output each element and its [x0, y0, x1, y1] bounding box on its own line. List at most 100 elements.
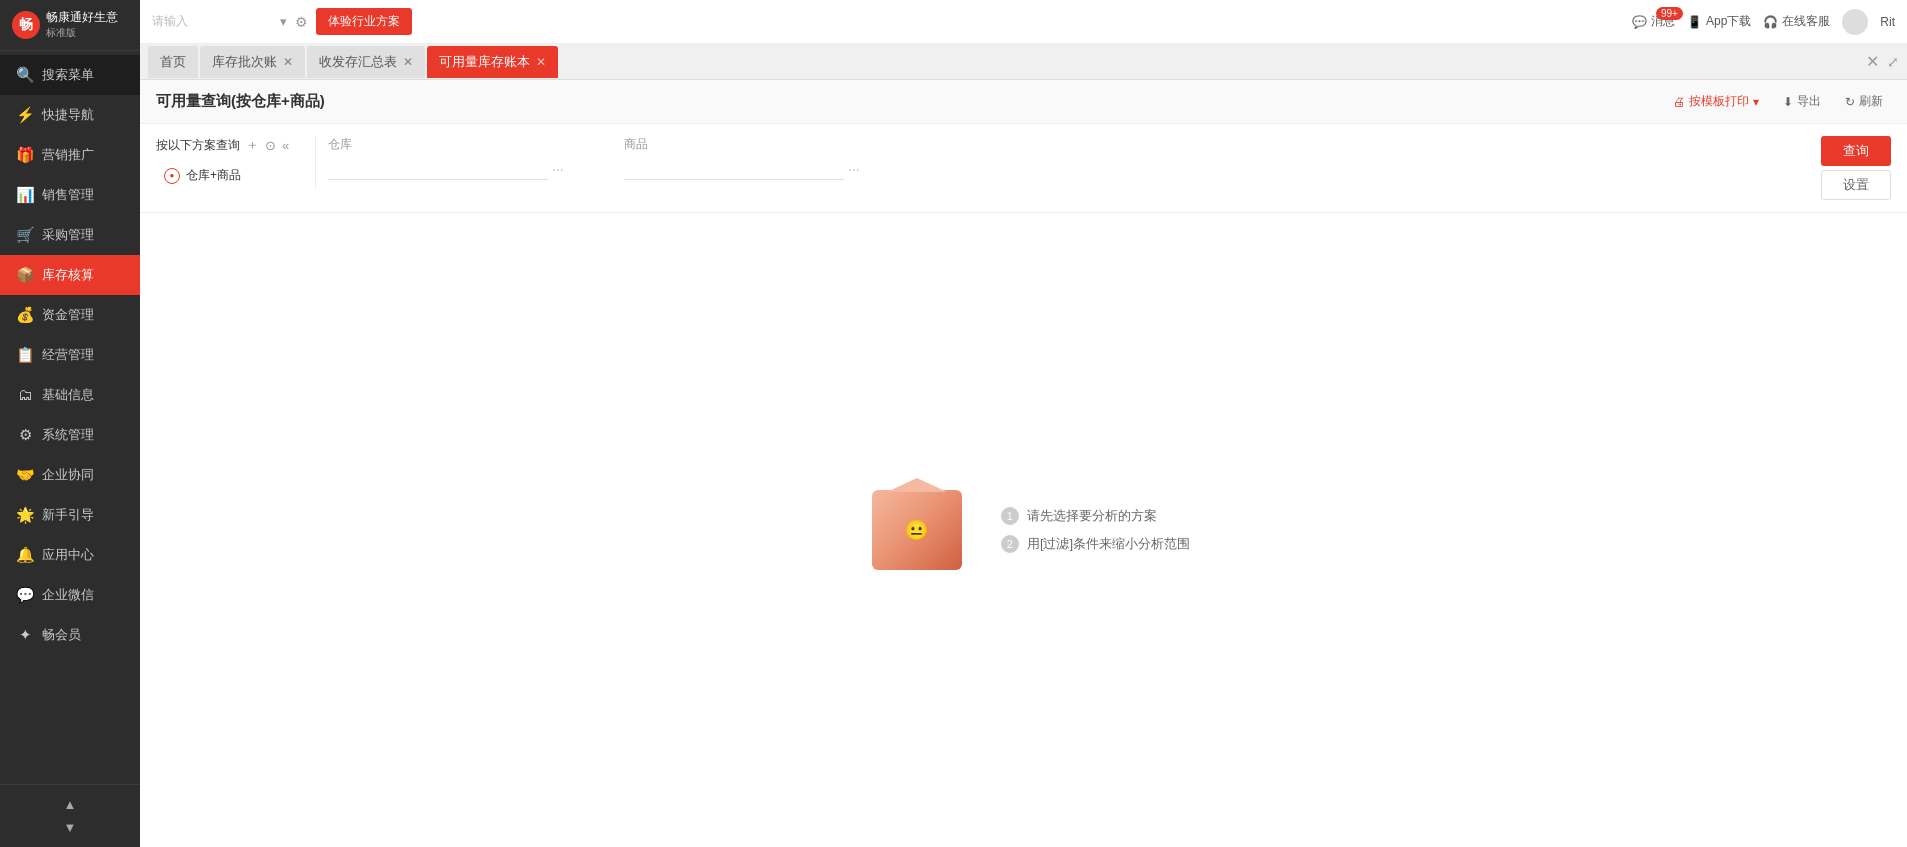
empty-box: 😐 — [872, 490, 962, 570]
filter-fields: 仓库 ··· 商品 ··· — [328, 136, 1821, 180]
enterprise-wechat-icon: 💬 — [16, 586, 34, 604]
sidebar-scroll-up[interactable]: ▲ — [0, 793, 140, 816]
warehouse-filter-field: 仓库 ··· — [328, 136, 608, 180]
product-input[interactable] — [624, 157, 844, 180]
tab-batch-account[interactable]: 库存批次账 ✕ — [200, 46, 305, 78]
tab-available-qty[interactable]: 可用量库存账本 ✕ — [427, 46, 558, 78]
empty-illustration: 😐 — [857, 470, 977, 590]
filter-scheme: 按以下方案查询 ＋ ⊙ « ● 仓库+商品 — [156, 136, 316, 189]
app-center-icon: 🔔 — [16, 546, 34, 564]
sidebar-logo: 畅 — [12, 11, 40, 39]
sidebar-item-quick-nav[interactable]: ⚡ 快捷导航 — [0, 95, 140, 135]
user-avatar — [1842, 9, 1868, 35]
scheme-item-warehouse-product[interactable]: ● 仓库+商品 — [156, 162, 303, 189]
sidebar-item-marketing[interactable]: 🎁 营销推广 — [0, 135, 140, 175]
topbar-messages[interactable]: 💬 消息 99+ — [1632, 13, 1675, 30]
sidebar-item-purchase[interactable]: 🛒 采购管理 — [0, 215, 140, 255]
empty-face-icon: 😐 — [904, 518, 929, 542]
hint-text-1: 请先选择要分析的方案 — [1027, 507, 1157, 525]
sidebar-scroll-down[interactable]: ▼ — [0, 816, 140, 839]
sidebar-item-search[interactable]: 🔍 搜索菜单 — [0, 55, 140, 95]
filter-action-buttons: 查询 设置 — [1821, 136, 1891, 200]
sidebar-item-label-inventory: 库存核算 — [42, 266, 94, 284]
sidebar-item-app-center[interactable]: 🔔 应用中心 — [0, 535, 140, 575]
settings-button[interactable]: 设置 — [1821, 170, 1891, 200]
app-icon: 📱 — [1687, 15, 1702, 29]
tab-recv-summary-label: 收发存汇总表 — [319, 53, 397, 71]
filter-scheme-label: 按以下方案查询 — [156, 137, 240, 154]
operations-icon: 📋 — [16, 346, 34, 364]
main-area: 请输入 ▾ ⚙ 体验行业方案 💬 消息 99+ 📱 App下载 🎧 在线客服 R… — [140, 0, 1907, 847]
filter-scheme-header: 按以下方案查询 ＋ ⊙ « — [156, 136, 303, 154]
finance-icon: 💰 — [16, 306, 34, 324]
refresh-btn[interactable]: ↻ 刷新 — [1837, 90, 1891, 113]
tab-batch-account-label: 库存批次账 — [212, 53, 277, 71]
message-icon: 💬 — [1632, 15, 1647, 29]
print-btn[interactable]: 🖨 按模板打印 ▾ — [1665, 90, 1767, 113]
sidebar-item-basic-info[interactable]: 🗂 基础信息 — [0, 375, 140, 415]
warehouse-more-icon[interactable]: ··· — [552, 161, 564, 177]
product-label: 商品 — [624, 136, 904, 153]
sidebar-item-enterprise-wechat[interactable]: 💬 企业微信 — [0, 575, 140, 615]
export-label: 导出 — [1797, 93, 1821, 110]
empty-hint-2: 2 用[过滤]条件来缩小分析范围 — [1001, 535, 1190, 553]
tabs-expand[interactable]: ⤢ — [1887, 54, 1899, 70]
topbar-app-download[interactable]: 📱 App下载 — [1687, 13, 1751, 30]
add-scheme-icon[interactable]: ＋ — [246, 136, 259, 154]
page-title: 可用量查询(按仓库+商品) — [156, 92, 325, 111]
purchase-icon: 🛒 — [16, 226, 34, 244]
page-actions: 🖨 按模板打印 ▾ ⬇ 导出 ↻ 刷新 — [1665, 90, 1891, 113]
export-icon: ⬇ — [1783, 95, 1793, 109]
warehouse-input[interactable] — [328, 157, 548, 180]
sidebar-item-guide[interactable]: 🌟 新手引导 — [0, 495, 140, 535]
scheme-item-label: 仓库+商品 — [186, 167, 241, 184]
topbar-online-service[interactable]: 🎧 在线客服 — [1763, 13, 1830, 30]
topbar-dropdown-icon[interactable]: ▾ — [280, 14, 287, 29]
brand-version: 标准版 — [46, 26, 118, 40]
sidebar-item-member[interactable]: ✦ 畅会员 — [0, 615, 140, 655]
hint-text-2: 用[过滤]条件来缩小分析范围 — [1027, 535, 1190, 553]
member-icon: ✦ — [16, 626, 34, 644]
industry-btn[interactable]: 体验行业方案 — [316, 8, 412, 35]
sidebar-item-label-sales: 销售管理 — [42, 186, 94, 204]
content-area: 可用量查询(按仓库+商品) 🖨 按模板打印 ▾ ⬇ 导出 ↻ 刷新 — [140, 80, 1907, 847]
page-header: 可用量查询(按仓库+商品) 🖨 按模板打印 ▾ ⬇ 导出 ↻ 刷新 — [140, 80, 1907, 124]
warehouse-input-row: ··· — [328, 157, 608, 180]
export-btn[interactable]: ⬇ 导出 — [1775, 90, 1829, 113]
tabs-close-all[interactable]: ✕ — [1862, 52, 1883, 71]
topbar: 请输入 ▾ ⚙ 体验行业方案 💬 消息 99+ 📱 App下载 🎧 在线客服 R… — [140, 0, 1907, 44]
topbar-gear-icon[interactable]: ⚙ — [295, 14, 308, 30]
sidebar-item-operations[interactable]: 📋 经营管理 — [0, 335, 140, 375]
sidebar-item-label-cooperation: 企业协同 — [42, 466, 94, 484]
product-more-icon[interactable]: ··· — [848, 161, 860, 177]
app-label: App下载 — [1706, 13, 1751, 30]
tab-batch-account-close[interactable]: ✕ — [283, 55, 293, 69]
print-label: 按模板打印 — [1689, 93, 1749, 110]
settings-scheme-icon[interactable]: ⊙ — [265, 138, 276, 153]
sidebar-item-label-search: 搜索菜单 — [42, 66, 94, 84]
collapse-icon[interactable]: « — [282, 138, 289, 153]
basic-info-icon: 🗂 — [16, 386, 34, 403]
sidebar-item-inventory[interactable]: 📦 库存核算 — [0, 255, 140, 295]
query-button[interactable]: 查询 — [1821, 136, 1891, 166]
scheme-circle-icon: ● — [164, 168, 180, 184]
sidebar-item-label-purchase: 采购管理 — [42, 226, 94, 244]
tab-recv-summary-close[interactable]: ✕ — [403, 55, 413, 69]
sidebar-item-sales[interactable]: 📊 销售管理 — [0, 175, 140, 215]
tab-home[interactable]: 首页 — [148, 46, 198, 78]
tab-available-qty-close[interactable]: ✕ — [536, 55, 546, 69]
sidebar-item-label-app-center: 应用中心 — [42, 546, 94, 564]
sidebar-brand: 畅康通好生意 标准版 — [46, 10, 118, 40]
sidebar-item-finance[interactable]: 💰 资金管理 — [0, 295, 140, 335]
filter-area: 按以下方案查询 ＋ ⊙ « ● 仓库+商品 仓库 ··· — [140, 124, 1907, 213]
sidebar-item-label-system: 系统管理 — [42, 426, 94, 444]
hint-num-2: 2 — [1001, 535, 1019, 553]
quick-nav-icon: ⚡ — [16, 106, 34, 124]
sidebar-header: 畅 畅康通好生意 标准版 — [0, 0, 140, 51]
tab-recv-summary[interactable]: 收发存汇总表 ✕ — [307, 46, 425, 78]
sidebar-item-cooperation[interactable]: 🤝 企业协同 — [0, 455, 140, 495]
sidebar-item-system[interactable]: ⚙ 系统管理 — [0, 415, 140, 455]
sidebar-item-label-enterprise-wechat: 企业微信 — [42, 586, 94, 604]
sidebar-bottom: ▲ ▼ — [0, 784, 140, 847]
brand-name: 畅康通好生意 — [46, 10, 118, 26]
